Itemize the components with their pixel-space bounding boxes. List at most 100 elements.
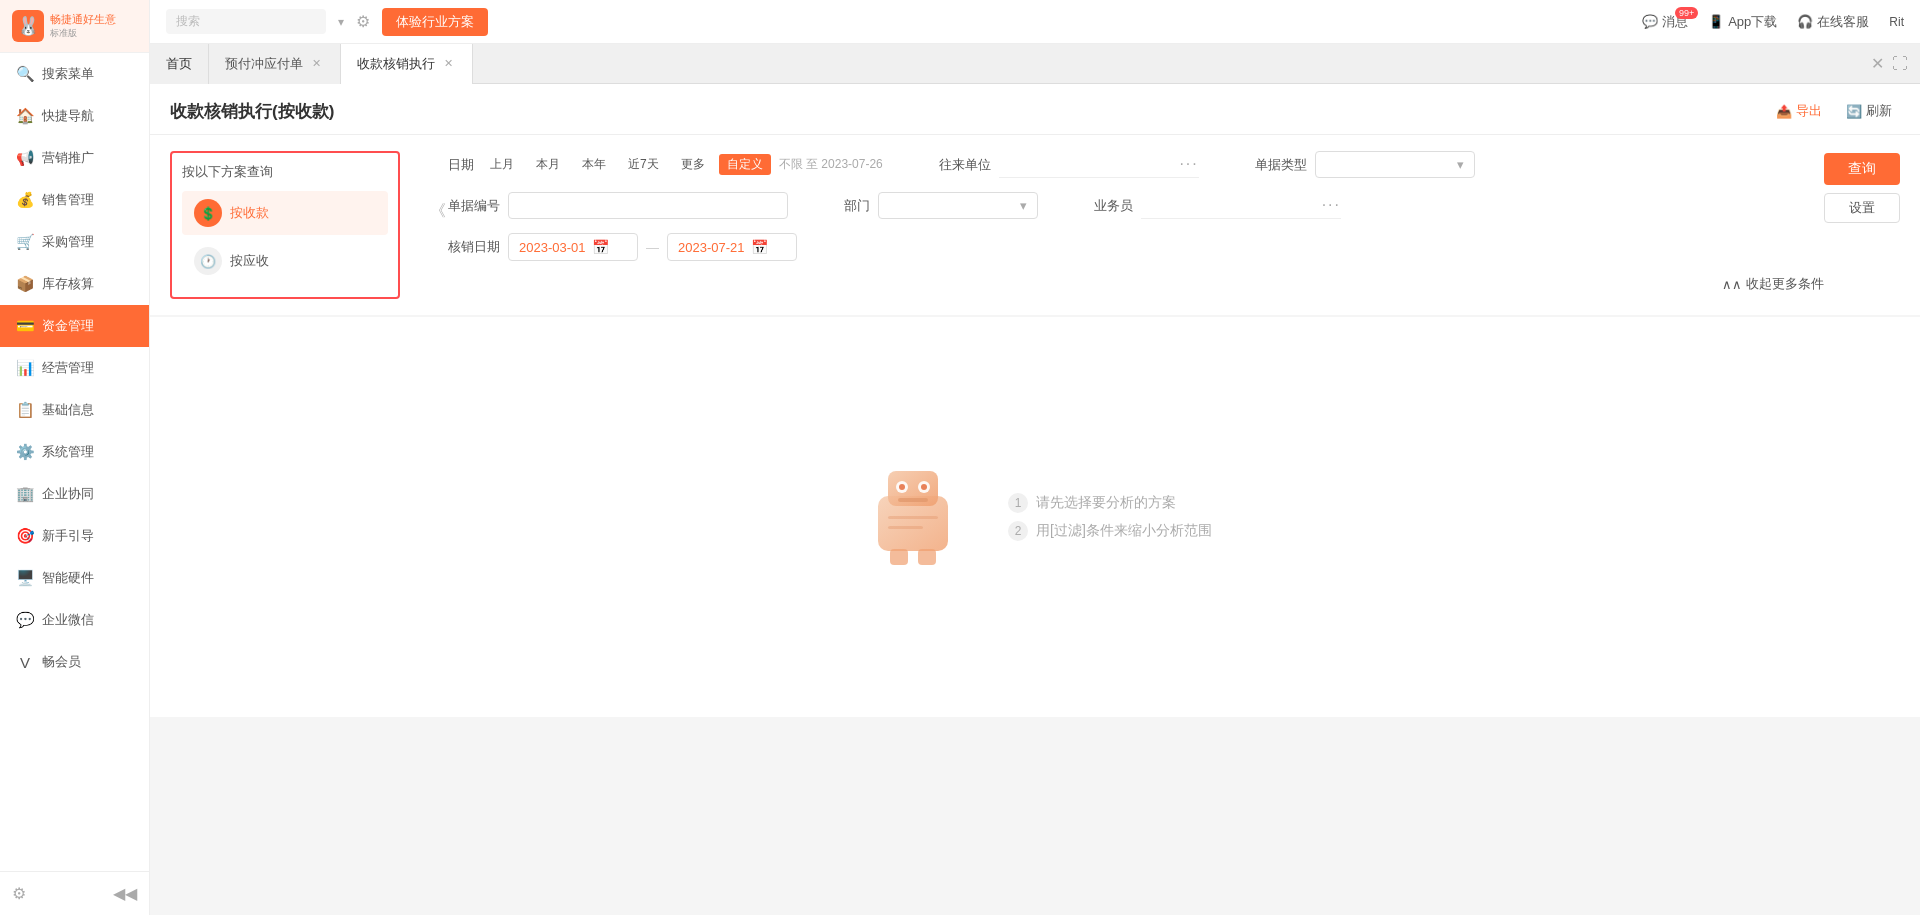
finance-icon: 💳 (16, 317, 34, 335)
calendar-end-icon: 📅 (751, 239, 768, 255)
svg-rect-9 (890, 549, 908, 565)
quicknav-icon: 🏠 (16, 107, 34, 125)
sidebar-item-label-purchase: 采购管理 (42, 233, 94, 251)
page-title: 收款核销执行(按收款) (170, 100, 334, 123)
tab-close-collection[interactable]: ✕ (441, 56, 456, 71)
date-group: 上月 本月 本年 近7天 更多 自定义 (482, 154, 771, 175)
industry-btn[interactable]: 体验行业方案 (382, 8, 488, 36)
tab-prepay[interactable]: 预付冲应付单 ✕ (209, 44, 341, 84)
sidebar-item-label-quicknav: 快捷导航 (42, 107, 94, 125)
topbar-message[interactable]: 💬 消息 99+ (1642, 13, 1688, 31)
svg-point-5 (921, 484, 927, 490)
tab-home[interactable]: 首页 (150, 44, 209, 84)
topbar: 搜索 ▾ ⚙ 体验行业方案 💬 消息 99+ 📱 App下载 🎧 在线客服 Ri… (150, 0, 1920, 44)
hint-number-1: 1 (1008, 493, 1028, 513)
sidebar-item-guide[interactable]: 🎯 新手引导 (0, 515, 149, 557)
topbar-user[interactable]: Rit (1889, 15, 1904, 29)
service-icon: 🎧 (1797, 14, 1813, 29)
verify-date-end[interactable]: 2023-07-21 📅 (667, 233, 797, 261)
sidebar-item-label-system: 系统管理 (42, 443, 94, 461)
filter-row-1: 日期 上月 本月 本年 近7天 更多 自定义 不限 至 2023-07-26 (448, 151, 1824, 178)
sidebar-item-system[interactable]: ⚙️ 系统管理 (0, 431, 149, 473)
filter-option-receipt[interactable]: 💲 按收款 (182, 191, 388, 235)
topbar-app-download[interactable]: 📱 App下载 (1708, 13, 1777, 31)
topbar-service[interactable]: 🎧 在线客服 (1797, 13, 1869, 31)
inventory-icon: 📦 (16, 275, 34, 293)
date-hint: 不限 至 2023-07-26 (779, 156, 883, 173)
topbar-chevron-icon[interactable]: ▾ (338, 15, 344, 29)
settings-icon[interactable]: ⚙ (12, 884, 26, 903)
sidebar-item-sales[interactable]: 💰 销售管理 (0, 179, 149, 221)
date-this-month[interactable]: 本月 (528, 154, 568, 175)
filter-content: 按以下方案查询 💲 按收款 🕐 按应收 《 (150, 135, 1920, 315)
date-separator: — (646, 240, 659, 255)
date-more[interactable]: 更多 (673, 154, 713, 175)
tab-label-prepay: 预付冲应付单 (225, 55, 303, 73)
tab-close-prepay[interactable]: ✕ (309, 56, 324, 71)
dept-field: 部门 ▾ (844, 192, 1038, 219)
dept-chevron[interactable]: ▾ (1020, 198, 1027, 213)
sidebar-item-label-hardware: 智能硬件 (42, 569, 94, 587)
export-button[interactable]: 📤 导出 (1768, 98, 1830, 124)
query-button[interactable]: 查询 (1824, 153, 1900, 185)
enterprise-icon: 🏢 (16, 485, 34, 503)
sidebar: 🐰 畅捷通好生意 标准版 🔍 搜索菜单 🏠 快捷导航 📢 营销推广 💰 销售管理… (0, 0, 150, 915)
wechat-icon: 💬 (16, 611, 34, 629)
expand-icon[interactable]: ⛶ (1892, 55, 1908, 73)
sidebar-item-hardware[interactable]: 🖥️ 智能硬件 (0, 557, 149, 599)
filter-left-panel: 按以下方案查询 💲 按收款 🕐 按应收 (170, 151, 400, 299)
verify-date-start[interactable]: 2023-03-01 📅 (508, 233, 638, 261)
page-content: 收款核销执行(按收款) 📤 导出 🔄 刷新 按以下方案查询 (150, 84, 1920, 915)
topbar-search[interactable]: 搜索 (166, 9, 326, 34)
refresh-button[interactable]: 🔄 刷新 (1838, 98, 1900, 124)
sidebar-item-finance[interactable]: 💳 资金管理 (0, 305, 149, 347)
message-icon: 💬 (1642, 14, 1658, 29)
sidebar-item-label-operation: 经营管理 (42, 359, 94, 377)
sidebar-item-wechat[interactable]: 💬 企业微信 (0, 599, 149, 641)
sidebar-item-basic[interactable]: 📋 基础信息 (0, 389, 149, 431)
sales-icon: 💰 (16, 191, 34, 209)
doc-type-chevron[interactable]: ▾ (1457, 157, 1464, 172)
sidebar-item-marketing[interactable]: 📢 营销推广 (0, 137, 149, 179)
doc-type-label: 单据类型 (1255, 156, 1307, 174)
doc-no-input[interactable] (508, 192, 788, 219)
verify-date-field: 核销日期 2023-03-01 📅 — 2023-07-21 📅 (448, 233, 797, 261)
tab-collection[interactable]: 收款核销执行✕ (341, 44, 473, 84)
staff-dots[interactable]: ··· (1322, 196, 1341, 214)
doc-type-field: 单据类型 ▾ (1255, 151, 1475, 178)
svg-rect-6 (898, 498, 928, 502)
basic-icon: 📋 (16, 401, 34, 419)
sidebar-item-purchase[interactable]: 🛒 采购管理 (0, 221, 149, 263)
logo-icon: 🐰 (12, 10, 44, 42)
date-this-year[interactable]: 本年 (574, 154, 614, 175)
collapse-more-btn[interactable]: ∧∧ 收起更多条件 (1722, 275, 1824, 293)
collapse-sidebar-icon[interactable]: ◀◀ (113, 884, 137, 903)
sidebar-bottom: ⚙ ◀◀ (0, 871, 149, 915)
sidebar-item-member[interactable]: V 畅会员 (0, 641, 149, 683)
receivable-icon: 🕐 (194, 247, 222, 275)
sidebar-item-label-finance: 资金管理 (42, 317, 94, 335)
date-custom[interactable]: 自定义 (719, 154, 771, 175)
sidebar-item-operation[interactable]: 📊 经营管理 (0, 347, 149, 389)
marketing-icon: 📢 (16, 149, 34, 167)
member-icon: V (16, 653, 34, 671)
sidebar-item-search[interactable]: 🔍 搜索菜单 (0, 53, 149, 95)
empty-hint-item-2: 2 用[过滤]条件来缩小分析范围 (1008, 521, 1212, 541)
sidebar-item-enterprise[interactable]: 🏢 企业协同 (0, 473, 149, 515)
sidebar-item-label-inventory: 库存核算 (42, 275, 94, 293)
date-7days[interactable]: 近7天 (620, 154, 667, 175)
date-last-month[interactable]: 上月 (482, 154, 522, 175)
topbar-gear-icon[interactable]: ⚙ (356, 12, 370, 31)
settings-button[interactable]: 设置 (1824, 193, 1900, 223)
filter-collapse-btn[interactable]: 《 (428, 201, 448, 222)
sidebar-item-inventory[interactable]: 📦 库存核算 (0, 263, 149, 305)
counterpart-field: 往来单位 ··· (939, 151, 1199, 178)
filter-option-receivable[interactable]: 🕐 按应收 (182, 239, 388, 283)
close-tab-icon[interactable]: ✕ (1871, 54, 1884, 73)
sidebar-item-quicknav[interactable]: 🏠 快捷导航 (0, 95, 149, 137)
collapse-more-section: ∧∧ 收起更多条件 (448, 275, 1824, 293)
counterpart-dots[interactable]: ··· (1179, 155, 1198, 173)
filter-row-2: 单据编号 部门 ▾ 业务员 (448, 192, 1824, 219)
main-area: 搜索 ▾ ⚙ 体验行业方案 💬 消息 99+ 📱 App下载 🎧 在线客服 Ri… (150, 0, 1920, 915)
dept-label: 部门 (844, 197, 870, 215)
